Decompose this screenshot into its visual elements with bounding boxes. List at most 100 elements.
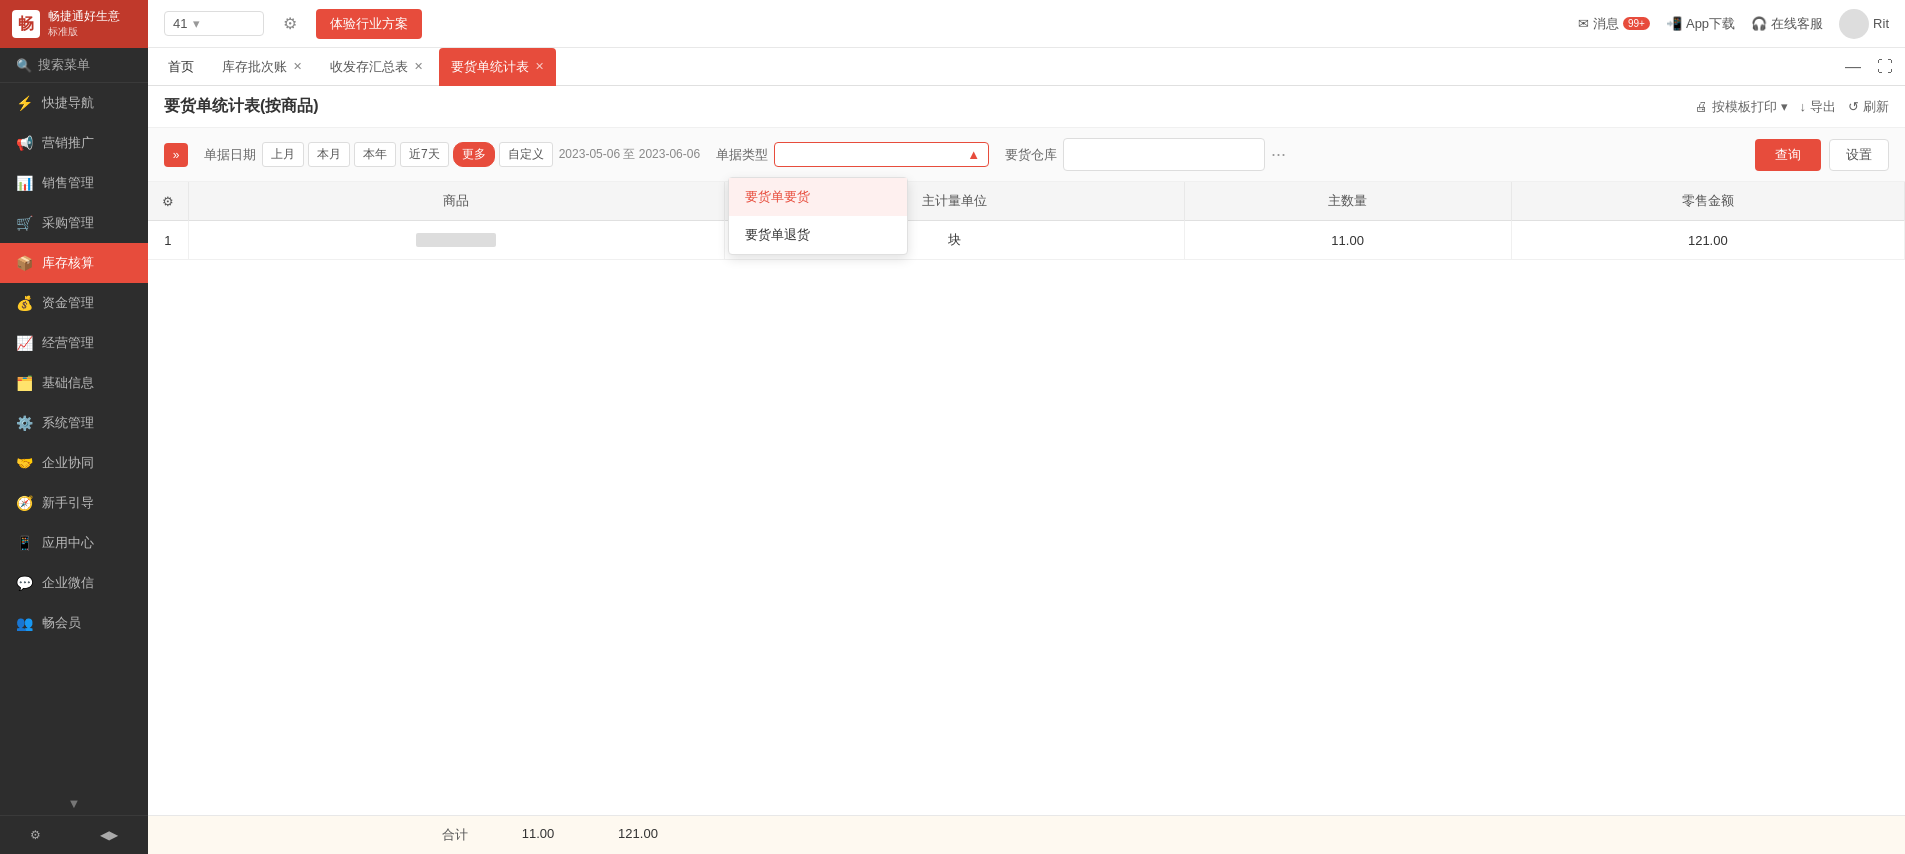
- sidebar-item-operation[interactable]: 📈 经营管理: [0, 323, 148, 363]
- sidebar-item-label: 应用中心: [42, 534, 94, 552]
- type-filter-input[interactable]: [775, 143, 959, 166]
- refresh-icon: ↺: [1848, 99, 1859, 114]
- sidebar-settings-btn[interactable]: ⚙: [22, 824, 49, 846]
- date-range-text: 2023-05-06 至 2023-06-06: [559, 146, 700, 163]
- sidebar-item-marketing[interactable]: 📢 营销推广: [0, 123, 148, 163]
- main-area: 41 ▾ ⚙ 体验行业方案 ✉ 消息 99+ 📲 App下载 🎧 在线客服 R: [148, 0, 1905, 854]
- table-footer: 合计 11.00 121.00: [148, 815, 1905, 854]
- search-icon: 🔍: [16, 58, 32, 73]
- close-icon[interactable]: ✕: [293, 60, 302, 73]
- sidebar-item-system[interactable]: ⚙️ 系统管理: [0, 403, 148, 443]
- table-row: 1 块 11.00 121.00: [148, 221, 1905, 260]
- footer-total-quantity: 11.00: [488, 826, 588, 844]
- col-unit-label: 主计量单位: [922, 193, 987, 208]
- chevron-up-icon[interactable]: ▲: [959, 143, 988, 166]
- query-btn[interactable]: 查询: [1755, 139, 1821, 171]
- filter-expand-btn[interactable]: »: [164, 143, 188, 167]
- tabs-minimize-btn[interactable]: —: [1841, 54, 1865, 80]
- member-icon: 👥: [14, 613, 34, 633]
- warehouse-filter-group: 要货仓库 ···: [1005, 138, 1286, 171]
- date-filter-group: 单据日期 上月 本月 本年 近7天 更多 自定义 2023-05-06 至 20…: [204, 142, 700, 167]
- inventory-icon: 📦: [14, 253, 34, 273]
- type-filter-input-wrap: ▲: [774, 142, 989, 167]
- sidebar-nav: ⚡ 快捷导航 📢 营销推广 📊 销售管理 🛒 采购管理 📦 库存核算 💰 资金管…: [0, 83, 148, 792]
- sidebar-item-wechat[interactable]: 💬 企业微信: [0, 563, 148, 603]
- tab-home[interactable]: 首页: [156, 48, 206, 86]
- tab-batch-account[interactable]: 库存批次账 ✕: [210, 48, 314, 86]
- quick-nav-icon: ⚡: [14, 93, 34, 113]
- sidebar-item-finance[interactable]: 💰 资金管理: [0, 283, 148, 323]
- export-btn[interactable]: ↓ 导出: [1800, 98, 1837, 116]
- sidebar-item-appstore[interactable]: 📱 应用中心: [0, 523, 148, 563]
- trial-btn[interactable]: 体验行业方案: [316, 9, 422, 39]
- column-settings-icon[interactable]: ⚙: [162, 194, 174, 209]
- amount-value: 121.00: [1688, 233, 1728, 248]
- tabs-maximize-btn[interactable]: ⛶: [1873, 54, 1897, 80]
- warehouse-input[interactable]: [1072, 143, 1256, 166]
- sidebar-item-member[interactable]: 👥 畅会员: [0, 603, 148, 643]
- sidebar-item-basic[interactable]: 🗂️ 基础信息: [0, 363, 148, 403]
- message-btn[interactable]: ✉ 消息 99+: [1578, 15, 1650, 33]
- avatar: [1839, 9, 1869, 39]
- sidebar-item-inventory[interactable]: 📦 库存核算: [0, 243, 148, 283]
- system-icon: ⚙️: [14, 413, 34, 433]
- wechat-icon: 💬: [14, 573, 34, 593]
- more-filters-icon[interactable]: ···: [1271, 144, 1286, 165]
- filter-settings-btn[interactable]: 设置: [1829, 139, 1889, 171]
- sidebar-item-sales[interactable]: 📊 销售管理: [0, 163, 148, 203]
- refresh-btn[interactable]: ↺ 刷新: [1848, 98, 1889, 116]
- sidebar-scroll-down[interactable]: ▼: [0, 792, 148, 815]
- tabs-actions: — ⛶: [1841, 54, 1897, 80]
- col-quantity-label: 主数量: [1328, 193, 1367, 208]
- message-icon: ✉: [1578, 16, 1589, 31]
- tab-order-summary[interactable]: 要货单统计表 ✕: [439, 48, 556, 86]
- sidebar-item-quick-nav[interactable]: ⚡ 快捷导航: [0, 83, 148, 123]
- col-settings[interactable]: ⚙: [148, 182, 188, 221]
- col-amount: 零售金额: [1511, 182, 1904, 221]
- sidebar-collapse-btn[interactable]: ◀▶: [92, 824, 126, 846]
- print-template-btn[interactable]: 🖨 按模板打印 ▾: [1695, 98, 1788, 116]
- sidebar-item-enterprise[interactable]: 🤝 企业协同: [0, 443, 148, 483]
- search-menu-btn[interactable]: 🔍 搜索菜单: [0, 48, 148, 83]
- date-btn-more[interactable]: 更多: [453, 142, 495, 167]
- tab-receive-summary-label: 收发存汇总表: [330, 58, 408, 76]
- close-icon[interactable]: ✕: [535, 60, 544, 73]
- print-label: 按模板打印: [1712, 98, 1777, 116]
- tabs-bar: 首页 库存批次账 ✕ 收发存汇总表 ✕ 要货单统计表 ✕ — ⛶: [148, 48, 1905, 86]
- close-icon[interactable]: ✕: [414, 60, 423, 73]
- export-icon: ↓: [1800, 99, 1807, 114]
- header-right: ✉ 消息 99+ 📲 App下载 🎧 在线客服 Rit: [1578, 9, 1889, 39]
- sidebar: 畅 畅捷通好生意 标准版 🔍 搜索菜单 ⚡ 快捷导航 📢 营销推广 📊 销售管理…: [0, 0, 148, 854]
- sidebar-item-guide[interactable]: 🧭 新手引导: [0, 483, 148, 523]
- date-btn-this-month[interactable]: 本月: [308, 142, 350, 167]
- export-label: 导出: [1810, 98, 1836, 116]
- chevron-down-icon: ▾: [193, 16, 200, 31]
- date-buttons: 上月 本月 本年 近7天 更多 自定义: [262, 142, 553, 167]
- date-btn-last-month[interactable]: 上月: [262, 142, 304, 167]
- app-download-btn[interactable]: 📲 App下载: [1666, 15, 1735, 33]
- online-service-btn[interactable]: 🎧 在线客服: [1751, 15, 1823, 33]
- chevron-down-icon: ▾: [1781, 99, 1788, 114]
- sidebar-logo: 畅 畅捷通好生意 标准版: [0, 0, 148, 48]
- sidebar-item-label: 系统管理: [42, 414, 94, 432]
- company-selector[interactable]: 41 ▾: [164, 11, 264, 36]
- type-filter-label: 单据类型: [716, 146, 768, 164]
- dropdown-item-label: 要货单要货: [745, 189, 810, 204]
- header-left: 41 ▾ ⚙ 体验行业方案: [164, 9, 422, 39]
- header-settings-btn[interactable]: ⚙: [276, 10, 304, 38]
- col-amount-label: 零售金额: [1682, 193, 1734, 208]
- user-name: Rit: [1873, 16, 1889, 31]
- date-btn-custom[interactable]: 自定义: [499, 142, 553, 167]
- user-menu[interactable]: Rit: [1839, 9, 1889, 39]
- warehouse-input-wrap: [1063, 138, 1265, 171]
- date-btn-7days[interactable]: 近7天: [400, 142, 449, 167]
- date-btn-this-year[interactable]: 本年: [354, 142, 396, 167]
- tab-order-summary-label: 要货单统计表: [451, 58, 529, 76]
- dropdown-item-order-return[interactable]: 要货单退货: [729, 216, 907, 254]
- dropdown-item-order-goods[interactable]: 要货单要货: [729, 178, 907, 216]
- page-content: 要货单统计表(按商品) 🖨 按模板打印 ▾ ↓ 导出 ↺ 刷新 »: [148, 86, 1905, 854]
- top-header: 41 ▾ ⚙ 体验行业方案 ✉ 消息 99+ 📲 App下载 🎧 在线客服 R: [148, 0, 1905, 48]
- quantity-value: 11.00: [1331, 233, 1364, 248]
- tab-receive-summary[interactable]: 收发存汇总表 ✕: [318, 48, 435, 86]
- sidebar-item-purchase[interactable]: 🛒 采购管理: [0, 203, 148, 243]
